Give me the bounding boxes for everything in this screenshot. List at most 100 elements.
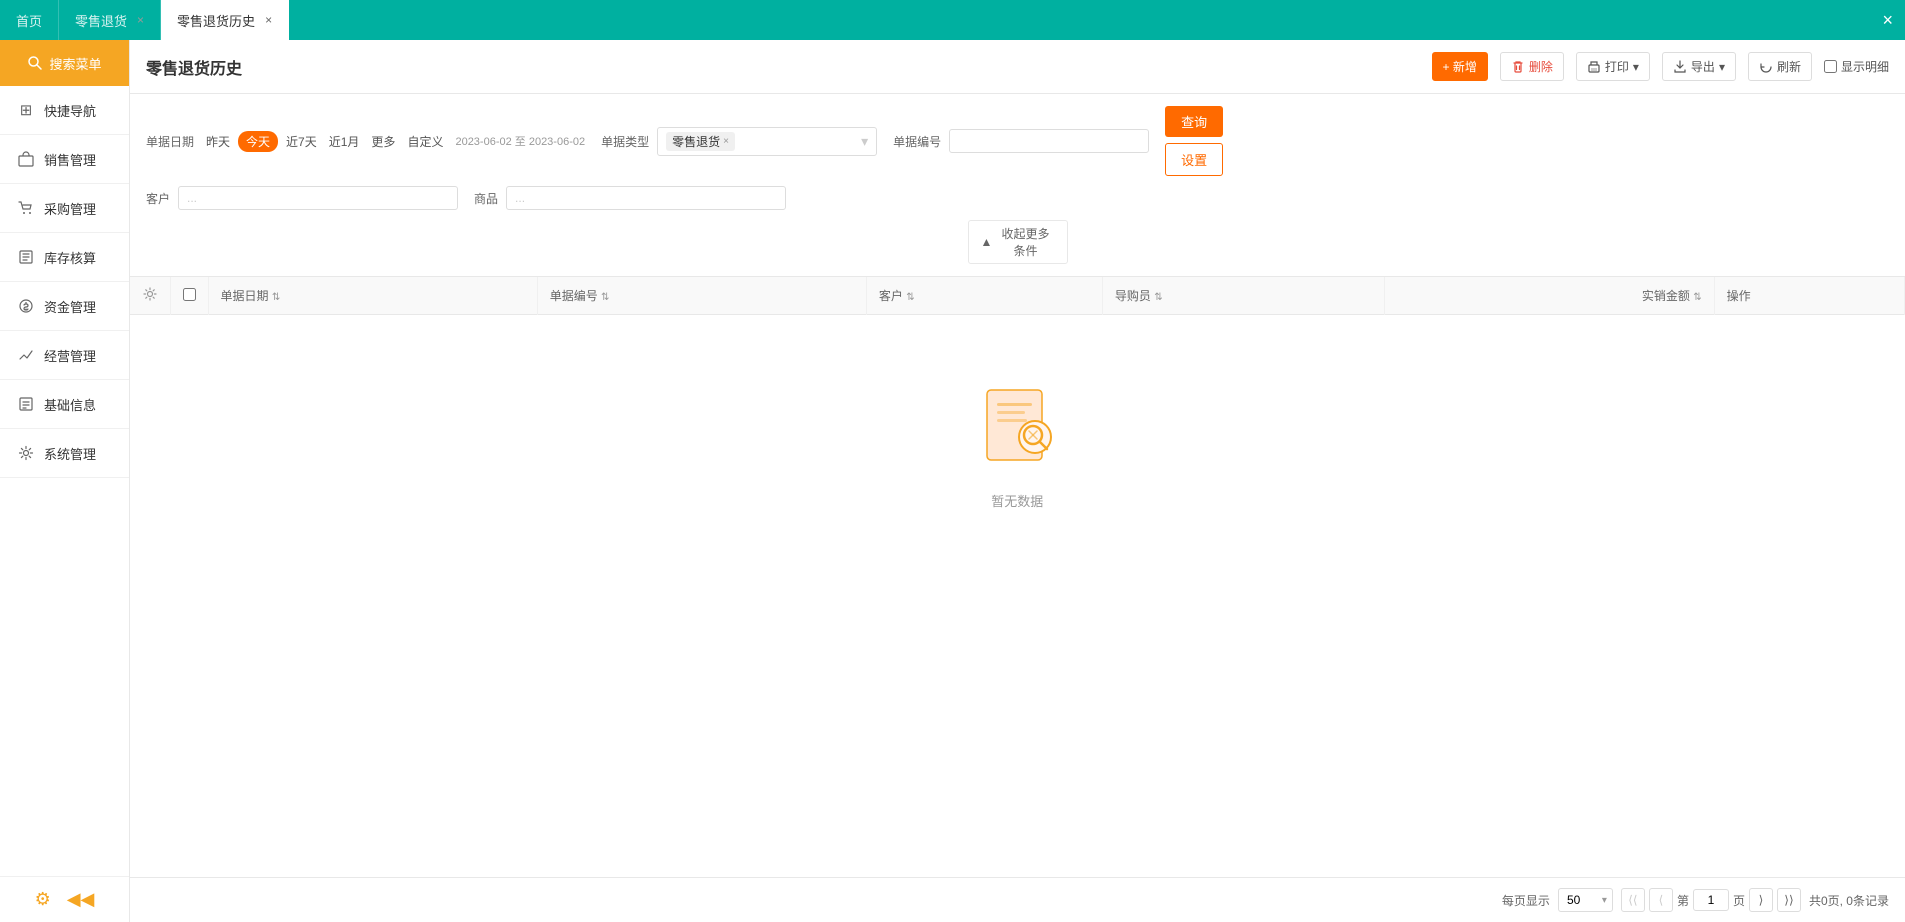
- sidebar-item-finance[interactable]: 资金管理: [0, 282, 129, 331]
- sales-icon: [16, 149, 36, 169]
- doc-type-filter-group: 单据类型 零售退货 × ▾: [601, 127, 877, 156]
- doc-type-dropdown-arrow[interactable]: ▾: [861, 133, 868, 150]
- doc-no-input[interactable]: [949, 129, 1149, 153]
- per-page-select[interactable]: 20 50 100: [1558, 888, 1613, 912]
- pagination: 每页显示 20 50 100 ▾ ⟨⟨ ⟨ 第 1 页 ⟩ ⟩⟩ 共0页, 0条…: [130, 877, 1905, 922]
- sidebar-search[interactable]: 搜索菜单: [0, 40, 129, 86]
- date-filter-group: 单据日期 昨天 今天 近7天 近1月 更多 自定义 2023-06-02 至 2…: [146, 131, 585, 152]
- shortcut-today[interactable]: 今天: [238, 131, 278, 152]
- sidebar: 搜索菜单 ⊞ 快捷导航 销售管理 采购管理 库存核算: [0, 40, 130, 922]
- sidebar-item-quick-nav[interactable]: ⊞ 快捷导航: [0, 86, 129, 135]
- inventory-icon: [16, 247, 36, 267]
- table-area: 单据日期 ⇅ 单据编号 ⇅ 客户 ⇅ 导购员: [130, 277, 1905, 877]
- query-button[interactable]: 查询: [1165, 106, 1223, 137]
- doc-no-filter-label: 单据编号: [893, 133, 941, 150]
- export-dropdown-arrow[interactable]: ▾: [1719, 60, 1725, 74]
- select-all-checkbox[interactable]: [183, 288, 196, 301]
- tab-home[interactable]: 首页: [0, 0, 59, 40]
- shortcut-yesterday[interactable]: 昨天: [202, 131, 234, 152]
- customer-filter-label: 客户: [146, 190, 170, 207]
- action-buttons: 查询 设置: [1165, 106, 1223, 176]
- purchase-icon: [16, 198, 36, 218]
- date-shortcuts: 昨天 今天 近7天 近1月 更多 自定义: [202, 131, 447, 152]
- th-customer[interactable]: 客户 ⇅: [866, 277, 1102, 315]
- delete-icon: [1511, 60, 1525, 74]
- settings-bottom-icon[interactable]: ⚙: [35, 889, 51, 910]
- new-button[interactable]: + 新增: [1432, 52, 1488, 81]
- filter-settings-button[interactable]: 设置: [1165, 143, 1223, 176]
- filter-row-1: 单据日期 昨天 今天 近7天 近1月 更多 自定义 2023-06-02 至 2…: [146, 106, 1889, 176]
- export-icon: [1673, 60, 1687, 74]
- goods-filter-label: 商品: [474, 190, 498, 207]
- finance-icon: [16, 296, 36, 316]
- close-window-button[interactable]: ×: [1882, 10, 1893, 31]
- tab-retail-return[interactable]: 零售退货 ×: [59, 0, 161, 40]
- tab-retail-return-close[interactable]: ×: [137, 13, 144, 27]
- delete-button[interactable]: 删除: [1500, 52, 1564, 81]
- shortcut-7days[interactable]: 近7天: [282, 131, 321, 152]
- goods-dots: ...: [515, 191, 525, 205]
- sort-doc-date[interactable]: ⇅: [272, 292, 280, 303]
- show-detail-label[interactable]: 显示明细: [1824, 58, 1889, 75]
- tab-retail-return-history[interactable]: 零售退货历史 ×: [161, 0, 289, 40]
- sort-guide[interactable]: ⇅: [1154, 292, 1162, 303]
- page-input[interactable]: 1: [1693, 889, 1729, 911]
- operation-icon: [16, 345, 36, 365]
- tab-retail-return-history-close[interactable]: ×: [265, 13, 272, 27]
- top-bar: 首页 零售退货 × 零售退货历史 × ×: [0, 0, 1905, 40]
- th-checkbox[interactable]: [170, 277, 208, 315]
- print-icon: [1587, 60, 1601, 74]
- print-button[interactable]: 打印 ▾: [1576, 52, 1650, 81]
- th-doc-no[interactable]: 单据编号 ⇅: [537, 277, 866, 315]
- sidebar-item-basic-info[interactable]: 基础信息: [0, 380, 129, 429]
- prev-page-button[interactable]: ⟨: [1649, 888, 1673, 912]
- print-dropdown-arrow[interactable]: ▾: [1633, 60, 1639, 74]
- collapse-arrow-icon: ▲: [981, 235, 993, 249]
- sort-actual-amount[interactable]: ⇅: [1693, 292, 1701, 303]
- basic-info-icon: [16, 394, 36, 414]
- table-header-row: 单据日期 ⇅ 单据编号 ⇅ 客户 ⇅ 导购员: [130, 277, 1905, 315]
- th-doc-date[interactable]: 单据日期 ⇅: [208, 277, 537, 315]
- last-page-button[interactable]: ⟩⟩: [1777, 888, 1801, 912]
- sidebar-item-sales-mgmt[interactable]: 销售管理: [0, 135, 129, 184]
- th-actual-amount[interactable]: 实销金额 ⇅: [1385, 277, 1714, 315]
- page-nav: ⟨⟨ ⟨ 第 1 页 ⟩ ⟩⟩: [1621, 888, 1801, 912]
- customer-input[interactable]: ...: [178, 186, 458, 210]
- sort-customer[interactable]: ⇅: [906, 292, 914, 303]
- date-filter-label: 单据日期: [146, 133, 194, 150]
- empty-illustration: [967, 375, 1067, 475]
- page-label: 第: [1677, 892, 1689, 909]
- sidebar-item-operation[interactable]: 经营管理: [0, 331, 129, 380]
- export-button[interactable]: 导出 ▾: [1662, 52, 1736, 81]
- shortcut-1month[interactable]: 近1月: [325, 131, 364, 152]
- th-settings[interactable]: [130, 277, 170, 315]
- doc-type-tag: 零售退货 ×: [666, 132, 735, 151]
- th-guide[interactable]: 导购员 ⇅: [1102, 277, 1385, 315]
- tab-bar: 首页 零售退货 × 零售退货历史 ×: [0, 0, 1870, 40]
- next-page-button[interactable]: ⟩: [1749, 888, 1773, 912]
- collapse-filter-button[interactable]: ▲ 收起更多条件: [968, 220, 1068, 264]
- refresh-button[interactable]: 刷新: [1748, 52, 1812, 81]
- sidebar-item-system-mgmt[interactable]: 系统管理: [0, 429, 129, 478]
- sidebar-item-inventory[interactable]: 库存核算: [0, 233, 129, 282]
- refresh-icon: [1759, 60, 1773, 74]
- shortcut-custom[interactable]: 自定义: [403, 131, 447, 152]
- doc-type-input[interactable]: 零售退货 × ▾: [657, 127, 877, 156]
- doc-type-tag-close[interactable]: ×: [723, 136, 729, 147]
- sort-doc-no[interactable]: ⇅: [601, 292, 609, 303]
- first-page-button[interactable]: ⟨⟨: [1621, 888, 1645, 912]
- sidebar-item-purchase-mgmt[interactable]: 采购管理: [0, 184, 129, 233]
- per-page-label: 每页显示: [1502, 892, 1550, 909]
- per-page-select-wrap: 20 50 100 ▾: [1558, 888, 1613, 912]
- total-info: 共0页, 0条记录: [1809, 892, 1889, 909]
- sound-icon[interactable]: ◀◀: [67, 889, 95, 910]
- show-detail-checkbox[interactable]: [1824, 60, 1837, 73]
- filter-area: 单据日期 昨天 今天 近7天 近1月 更多 自定义 2023-06-02 至 2…: [130, 94, 1905, 277]
- goods-input[interactable]: ...: [506, 186, 786, 210]
- system-icon: [16, 443, 36, 463]
- doc-type-filter-label: 单据类型: [601, 133, 649, 150]
- page-title: 零售退货历史: [146, 55, 242, 79]
- customer-dots: ...: [187, 191, 197, 205]
- date-range-display: 2023-06-02 至 2023-06-02: [455, 133, 585, 149]
- shortcut-more[interactable]: 更多: [367, 131, 399, 152]
